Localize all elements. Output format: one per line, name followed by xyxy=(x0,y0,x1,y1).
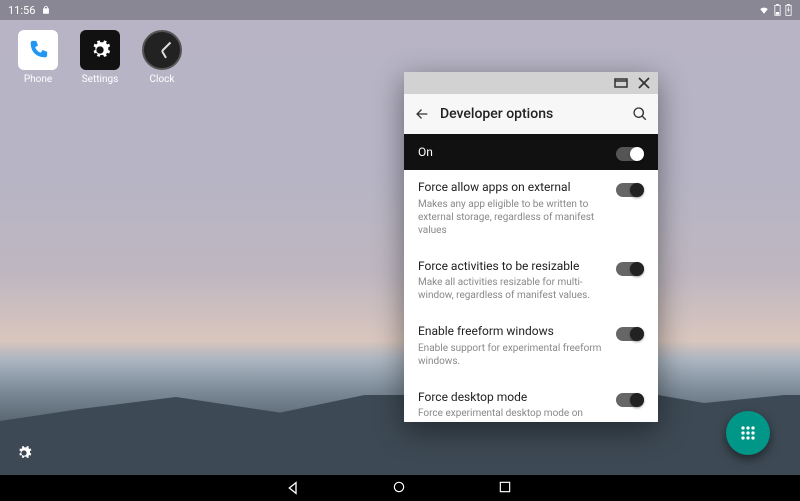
navigation-bar xyxy=(0,475,800,501)
setting-title: Enable freeform windows xyxy=(418,324,606,340)
settings-list: Force allow apps on external Makes any a… xyxy=(404,170,658,422)
setting-title: Force activities to be resizable xyxy=(418,259,606,275)
back-icon[interactable] xyxy=(414,106,430,122)
app-drawer-button[interactable] xyxy=(726,411,770,455)
setting-title: Force desktop mode xyxy=(418,390,606,406)
setting-desc: Force experimental desktop mode on xyxy=(418,407,606,420)
wallpaper-mountains xyxy=(0,355,800,475)
status-time: 11:56 xyxy=(8,4,35,17)
setting-toggle[interactable] xyxy=(616,327,644,341)
setting-desc: Make all activities resizable for multi-… xyxy=(418,276,606,302)
setting-desc: Enable support for experimental freeform… xyxy=(418,342,606,368)
master-toggle-label: On xyxy=(418,145,433,159)
app-clock[interactable]: Clock xyxy=(134,30,190,85)
settings-window: Developer options On Force allow apps on… xyxy=(404,72,658,422)
nav-back-icon[interactable] xyxy=(286,480,302,496)
master-toggle[interactable] xyxy=(616,147,644,161)
app-settings[interactable]: Settings xyxy=(72,30,128,85)
page-title: Developer options xyxy=(440,106,622,122)
wifi-icon xyxy=(758,5,770,15)
maximize-icon[interactable] xyxy=(614,78,628,88)
battery-icon xyxy=(774,4,781,16)
setting-toggle[interactable] xyxy=(616,393,644,407)
app-label: Phone xyxy=(10,74,66,85)
setting-toggle[interactable] xyxy=(616,262,644,276)
setting-desc: Makes any app eligible to be written to … xyxy=(418,198,606,237)
nav-recent-icon[interactable] xyxy=(498,480,514,496)
app-label: Clock xyxy=(134,74,190,85)
status-bar: 11:56 xyxy=(0,0,800,20)
close-icon[interactable] xyxy=(638,77,650,89)
window-header: Developer options xyxy=(404,94,658,134)
window-titlebar[interactable] xyxy=(404,72,658,94)
lock-icon xyxy=(41,5,51,15)
app-phone[interactable]: Phone xyxy=(10,30,66,85)
search-icon[interactable] xyxy=(632,106,648,122)
setting-force-desktop-mode[interactable]: Force desktop mode Force experimental de… xyxy=(404,380,658,422)
nav-home-icon[interactable] xyxy=(392,480,408,496)
master-toggle-row[interactable]: On xyxy=(404,134,658,170)
setting-enable-freeform-windows[interactable]: Enable freeform windows Enable support f… xyxy=(404,314,658,380)
setting-title: Force allow apps on external xyxy=(418,180,606,196)
setting-force-activities-resizable[interactable]: Force activities to be resizable Make al… xyxy=(404,249,658,315)
quick-settings-gear-icon[interactable] xyxy=(16,445,32,461)
app-label: Settings xyxy=(72,74,128,85)
setting-toggle[interactable] xyxy=(616,183,644,197)
battery-charging-icon xyxy=(785,4,792,16)
setting-force-allow-apps-external[interactable]: Force allow apps on external Makes any a… xyxy=(404,170,658,249)
